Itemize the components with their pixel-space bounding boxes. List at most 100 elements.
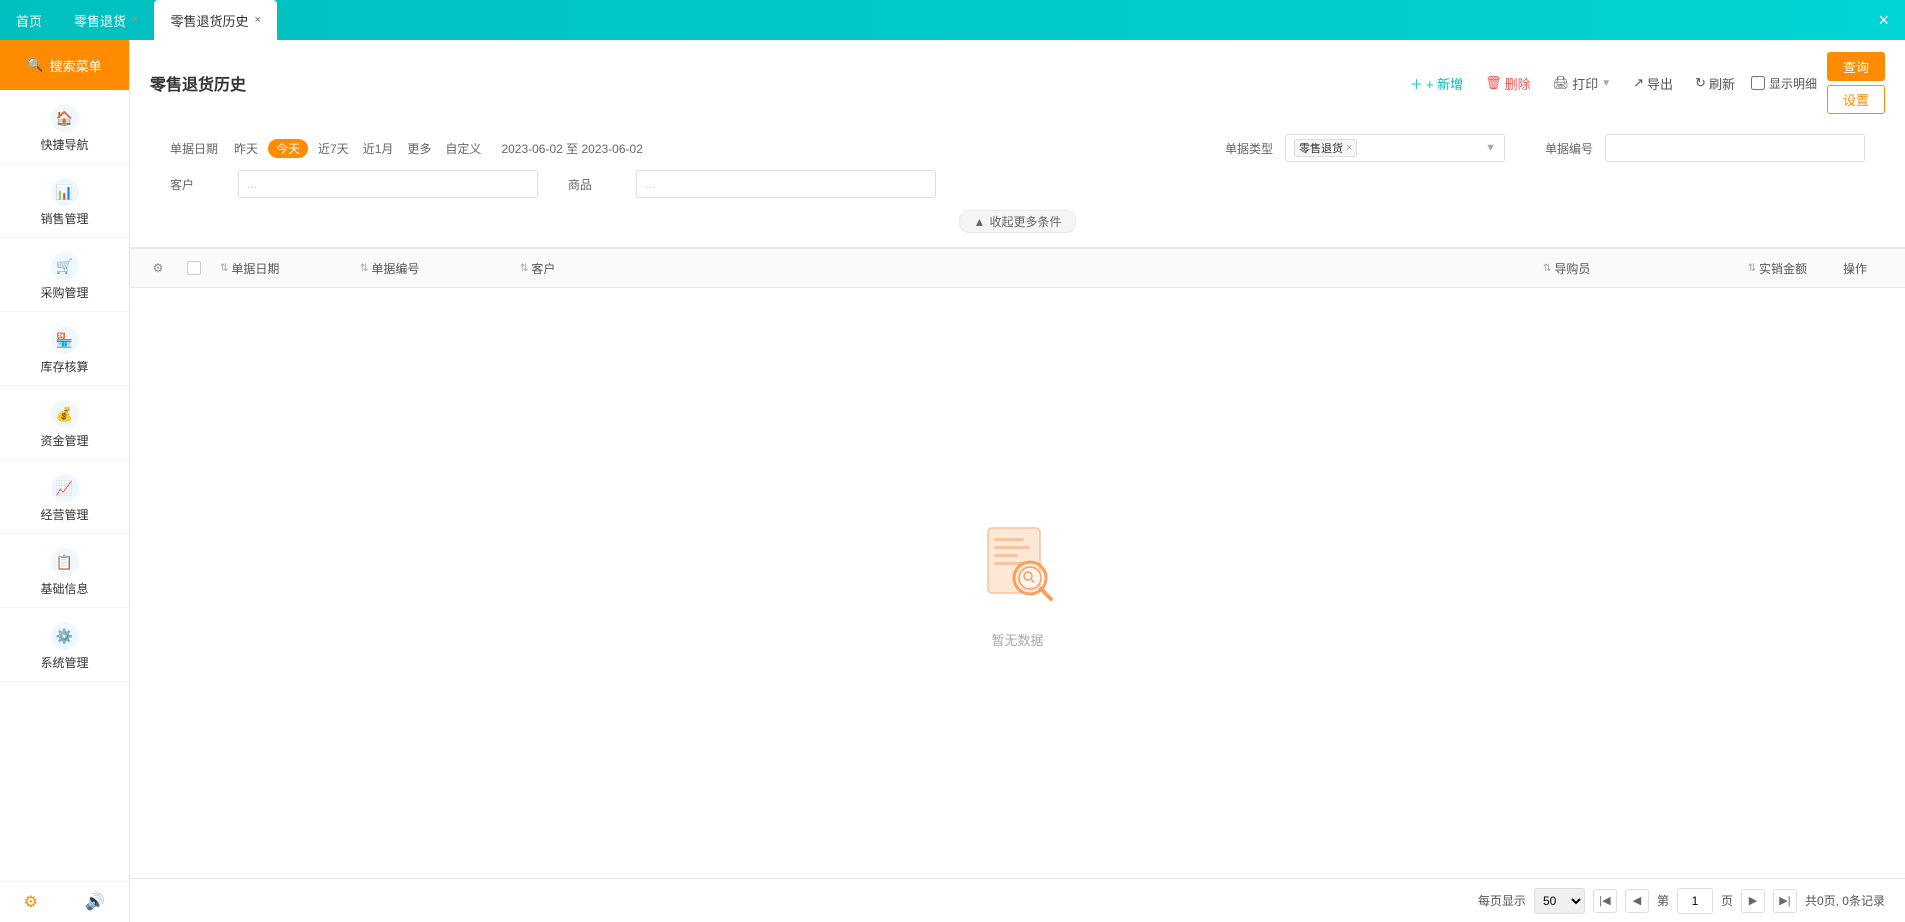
page-title-row: 零售退货历史 ＋ + 新增 🗑 删除 🖨 打印 ▼: [150, 52, 1885, 114]
delete-button[interactable]: 🗑 删除: [1479, 71, 1537, 96]
date-opt-7days[interactable]: 近7天: [314, 139, 353, 158]
settings-button[interactable]: 设置: [1827, 85, 1885, 114]
next-page-button[interactable]: ▶: [1741, 889, 1765, 913]
prev-page-button[interactable]: ◀: [1625, 889, 1649, 913]
inventory-icon: 🏪: [51, 326, 79, 354]
print-icon: 🖨: [1553, 75, 1570, 91]
th-checkbox[interactable]: [176, 261, 212, 275]
th-action: 操作: [1815, 260, 1895, 277]
sidebar-item-sales-label: 销售管理: [40, 210, 88, 227]
sidebar: 🔍 搜索菜单 🏠 快捷导航 📊 销售管理 🛒 采购管理 🏪 库存核算 💰 资金管…: [0, 40, 130, 922]
goods-filter-group: 商品: [568, 170, 936, 198]
sort-guide-icon[interactable]: ⇅: [1543, 263, 1551, 274]
date-opt-today[interactable]: 今天: [268, 139, 308, 158]
th-amount-label: 实销金额: [1759, 260, 1807, 277]
sidebar-item-quick-nav[interactable]: 🏠 快捷导航: [0, 90, 129, 164]
date-opt-more[interactable]: 更多: [403, 139, 435, 158]
page-title: 零售退货历史: [150, 71, 246, 95]
toolbar: ＋ + 新增 🗑 删除 🖨 打印 ▼ ↗ 导出: [1404, 52, 1885, 114]
settings-gear-icon[interactable]: ⚙: [24, 892, 38, 912]
new-button[interactable]: ＋ + 新增: [1404, 71, 1469, 96]
empty-text: 暂无数据: [991, 630, 1043, 649]
content-area: 零售退货历史 ＋ + 新增 🗑 删除 🖨 打印 ▼: [130, 40, 1905, 922]
customer-input[interactable]: [238, 170, 538, 198]
pagination: 每页显示 50 10 20 100 |◀ ◀ 第 页 ▶ ▶| 共0页, 0条记…: [130, 878, 1905, 922]
tab-home-label: 首页: [16, 11, 42, 30]
collapse-button[interactable]: ▲ 收起更多条件: [959, 210, 1077, 233]
main-layout: 🔍 搜索菜单 🏠 快捷导航 📊 销售管理 🛒 采购管理 🏪 库存核算 💰 资金管…: [0, 40, 1905, 922]
export-button[interactable]: ↗ 导出: [1627, 71, 1679, 96]
export-label: 导出: [1647, 74, 1673, 93]
audio-icon[interactable]: 🔊: [85, 892, 105, 912]
total-record-label: 共0页, 0条记录: [1805, 892, 1885, 909]
collapse-bar: ▲ 收起更多条件: [170, 206, 1865, 241]
goods-label: 商品: [568, 176, 628, 193]
sort-docno-icon[interactable]: ⇅: [360, 263, 368, 274]
empty-illustration: [968, 518, 1068, 618]
sidebar-search-label: 搜索菜单: [50, 56, 102, 75]
th-guide: ⇅ 导购员: [1535, 260, 1695, 277]
date-opt-custom[interactable]: 自定义: [441, 139, 485, 158]
sidebar-item-inventory-label: 库存核算: [40, 358, 88, 375]
doc-no-input[interactable]: [1605, 134, 1865, 162]
th-customer: ⇅ 客户: [512, 260, 1535, 277]
tab-retail-return-label: 零售退货: [74, 11, 126, 30]
th-amount: ⇅ 实销金额: [1695, 260, 1815, 277]
query-button[interactable]: 查询: [1827, 52, 1885, 81]
purchase-icon: 🛒: [51, 252, 79, 280]
tab-retail-return-history[interactable]: 零售退货历史 ×: [154, 0, 276, 40]
sidebar-item-purchase-label: 采购管理: [40, 284, 88, 301]
sort-amount-icon[interactable]: ⇅: [1748, 263, 1756, 274]
page-label: 第: [1657, 892, 1669, 909]
page-number-input[interactable]: [1677, 888, 1713, 914]
th-docno-label: 单据编号: [371, 260, 419, 277]
empty-state: 暂无数据: [130, 288, 1905, 878]
first-page-button[interactable]: |◀: [1593, 889, 1617, 913]
doc-type-chevron-icon: ▼: [1485, 142, 1496, 154]
sort-date-icon[interactable]: ⇅: [220, 263, 228, 274]
sidebar-item-sales[interactable]: 📊 销售管理: [0, 164, 129, 238]
last-page-button[interactable]: ▶|: [1773, 889, 1797, 913]
customer-filter-group: 客户: [170, 170, 538, 198]
sidebar-item-quick-nav-label: 快捷导航: [40, 136, 88, 153]
doc-type-select[interactable]: 零售退货 × ▼: [1285, 134, 1505, 162]
sidebar-item-operations[interactable]: 📈 经营管理: [0, 460, 129, 534]
doc-type-tag-close[interactable]: ×: [1346, 142, 1352, 154]
header-checkbox[interactable]: [187, 261, 201, 275]
tab-retail-return[interactable]: 零售退货 ×: [58, 0, 154, 40]
date-label: 单据日期: [170, 140, 230, 157]
filter-row-date: 单据日期 昨天 今天 近7天 近1月 更多 自定义 2023-06-02 至 2…: [170, 134, 1865, 162]
column-settings-icon[interactable]: ⚙: [153, 261, 164, 275]
table-area: ⚙ ⇅ 单据日期 ⇅ 单据编号 ⇅ 客户 ⇅: [130, 248, 1905, 922]
refresh-button[interactable]: ↻ 刷新: [1689, 71, 1741, 96]
sidebar-search-button[interactable]: 🔍 搜索菜单: [0, 40, 129, 90]
filter-row-2: 客户 商品: [170, 170, 1865, 198]
per-page-label: 每页显示: [1478, 892, 1526, 909]
tab-retail-return-history-close[interactable]: ×: [254, 14, 260, 26]
per-page-select[interactable]: 50 10 20 100: [1534, 888, 1585, 914]
show-detail-checkbox[interactable]: [1751, 76, 1765, 90]
sidebar-item-purchase[interactable]: 🛒 采购管理: [0, 238, 129, 312]
sidebar-item-inventory[interactable]: 🏪 库存核算: [0, 312, 129, 386]
print-chevron-icon: ▼: [1601, 78, 1611, 89]
window-close-button[interactable]: ×: [1862, 10, 1905, 31]
sidebar-item-basic-info[interactable]: 📋 基础信息: [0, 534, 129, 608]
date-opt-yesterday[interactable]: 昨天: [230, 139, 262, 158]
doc-type-value: 零售退货: [1299, 140, 1343, 156]
show-detail-toggle[interactable]: 显示明细: [1751, 75, 1817, 92]
doc-no-label: 单据编号: [1545, 140, 1605, 157]
print-button[interactable]: 🖨 打印 ▼: [1547, 71, 1617, 96]
th-settings[interactable]: ⚙: [140, 261, 176, 275]
goods-input[interactable]: [636, 170, 936, 198]
collapse-icon: ▲: [974, 215, 986, 229]
tab-retail-return-close[interactable]: ×: [132, 14, 138, 26]
sidebar-item-finance[interactable]: 💰 资金管理: [0, 386, 129, 460]
sort-customer-icon[interactable]: ⇅: [520, 263, 528, 274]
top-bar: 首页 零售退货 × 零售退货历史 × ×: [0, 0, 1905, 40]
page-unit: 页: [1721, 892, 1733, 909]
sidebar-item-basic-info-label: 基础信息: [40, 580, 88, 597]
date-opt-1month[interactable]: 近1月: [359, 139, 398, 158]
sidebar-item-system[interactable]: ⚙️ 系统管理: [0, 608, 129, 682]
tab-home[interactable]: 首页: [0, 0, 58, 40]
show-detail-label: 显示明细: [1769, 75, 1817, 92]
